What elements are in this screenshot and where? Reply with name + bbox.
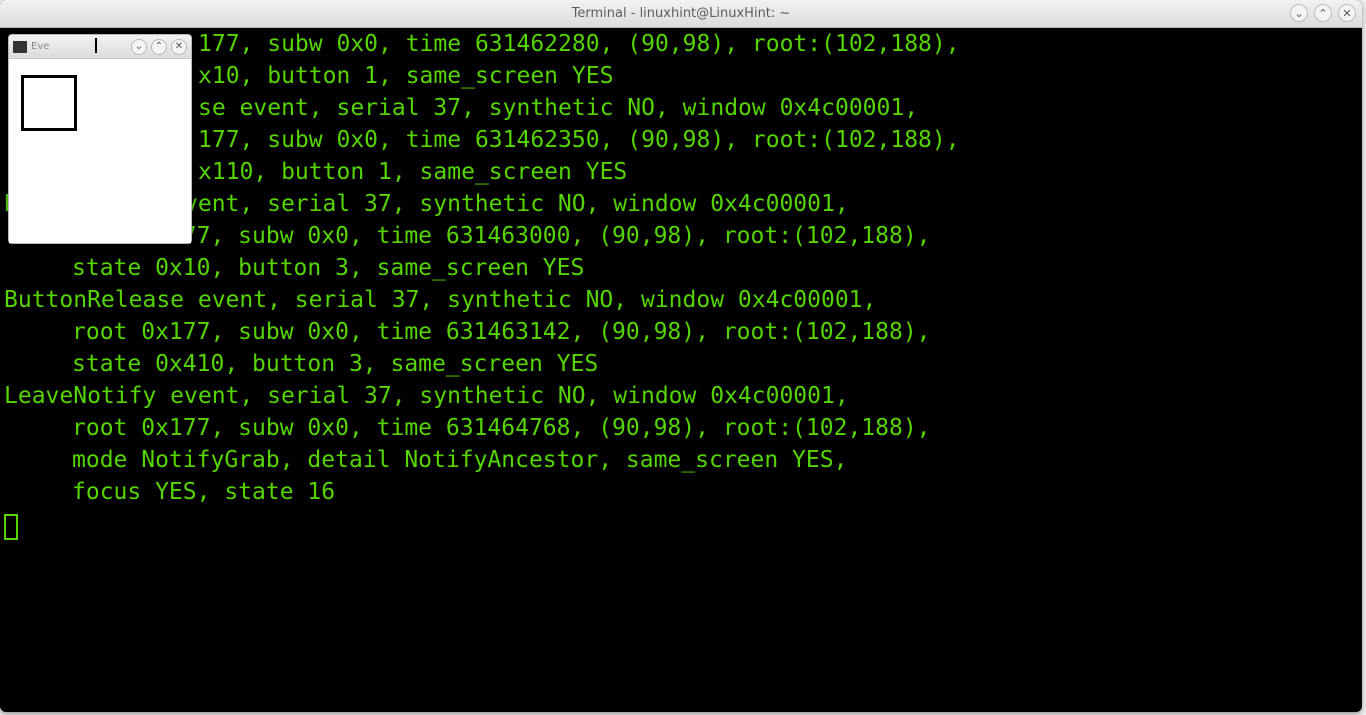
terminal-line: ButtonRelease event, serial 37, syntheti…: [4, 284, 1358, 316]
xev-canvas[interactable]: [9, 59, 191, 243]
maximize-button[interactable]: ⌃: [151, 39, 167, 55]
terminal-line: state 0x410, button 3, same_screen YES: [4, 348, 1358, 380]
terminal-line: LeaveNotify event, serial 37, synthetic …: [4, 380, 1358, 412]
window-controls: ⌄ ⌃ ✕: [1290, 4, 1356, 22]
terminal-title: Terminal - linuxhint@LinuxHint: ~: [572, 6, 791, 21]
xev-window[interactable]: Eve ⌄ ⌃ ✕: [8, 34, 192, 244]
maximize-button[interactable]: ⌃: [1314, 4, 1332, 22]
terminal-line: x110, button 1, same_screen YES: [4, 156, 1358, 188]
xev-title: Eve: [31, 41, 49, 52]
xev-titlebar[interactable]: Eve ⌄ ⌃ ✕: [9, 35, 191, 59]
text-caret: [95, 38, 97, 53]
terminal-line: se event, serial 37, synthetic NO, windo…: [4, 92, 1358, 124]
terminal-output[interactable]: 177, subw 0x0, time 631462280, (90,98), …: [4, 28, 1358, 708]
close-button[interactable]: ✕: [171, 39, 187, 55]
terminal-window: Terminal - linuxhint@LinuxHint: ~ ⌄ ⌃ ✕ …: [0, 0, 1362, 712]
terminal-line: root 0x177, subw 0x0, time 631464768, (9…: [4, 412, 1358, 444]
terminal-line: state 0x10, button 3, same_screen YES: [4, 252, 1358, 284]
terminal-line: focus YES, state 16: [4, 476, 1358, 508]
minimize-button[interactable]: ⌄: [1290, 4, 1308, 22]
terminal-line: 177, subw 0x0, time 631462350, (90,98), …: [4, 124, 1358, 156]
terminal-line: x10, button 1, same_screen YES: [4, 60, 1358, 92]
terminal-line: ButtonPress event, serial 37, synthetic …: [4, 188, 1358, 220]
terminal-line: 177, subw 0x0, time 631462280, (90,98), …: [4, 28, 1358, 60]
minimize-button[interactable]: ⌄: [131, 39, 147, 55]
close-button[interactable]: ✕: [1338, 4, 1356, 22]
terminal-line: root 0x177, subw 0x0, time 631463142, (9…: [4, 316, 1358, 348]
terminal-titlebar[interactable]: Terminal - linuxhint@LinuxHint: ~ ⌄ ⌃ ✕: [0, 0, 1362, 28]
xev-test-square[interactable]: [21, 75, 77, 131]
terminal-cursor: [4, 514, 18, 540]
terminal-line: mode NotifyGrab, detail NotifyAncestor, …: [4, 444, 1358, 476]
app-icon: [13, 41, 27, 53]
terminal-line: root 0x177, subw 0x0, time 631463000, (9…: [4, 220, 1358, 252]
